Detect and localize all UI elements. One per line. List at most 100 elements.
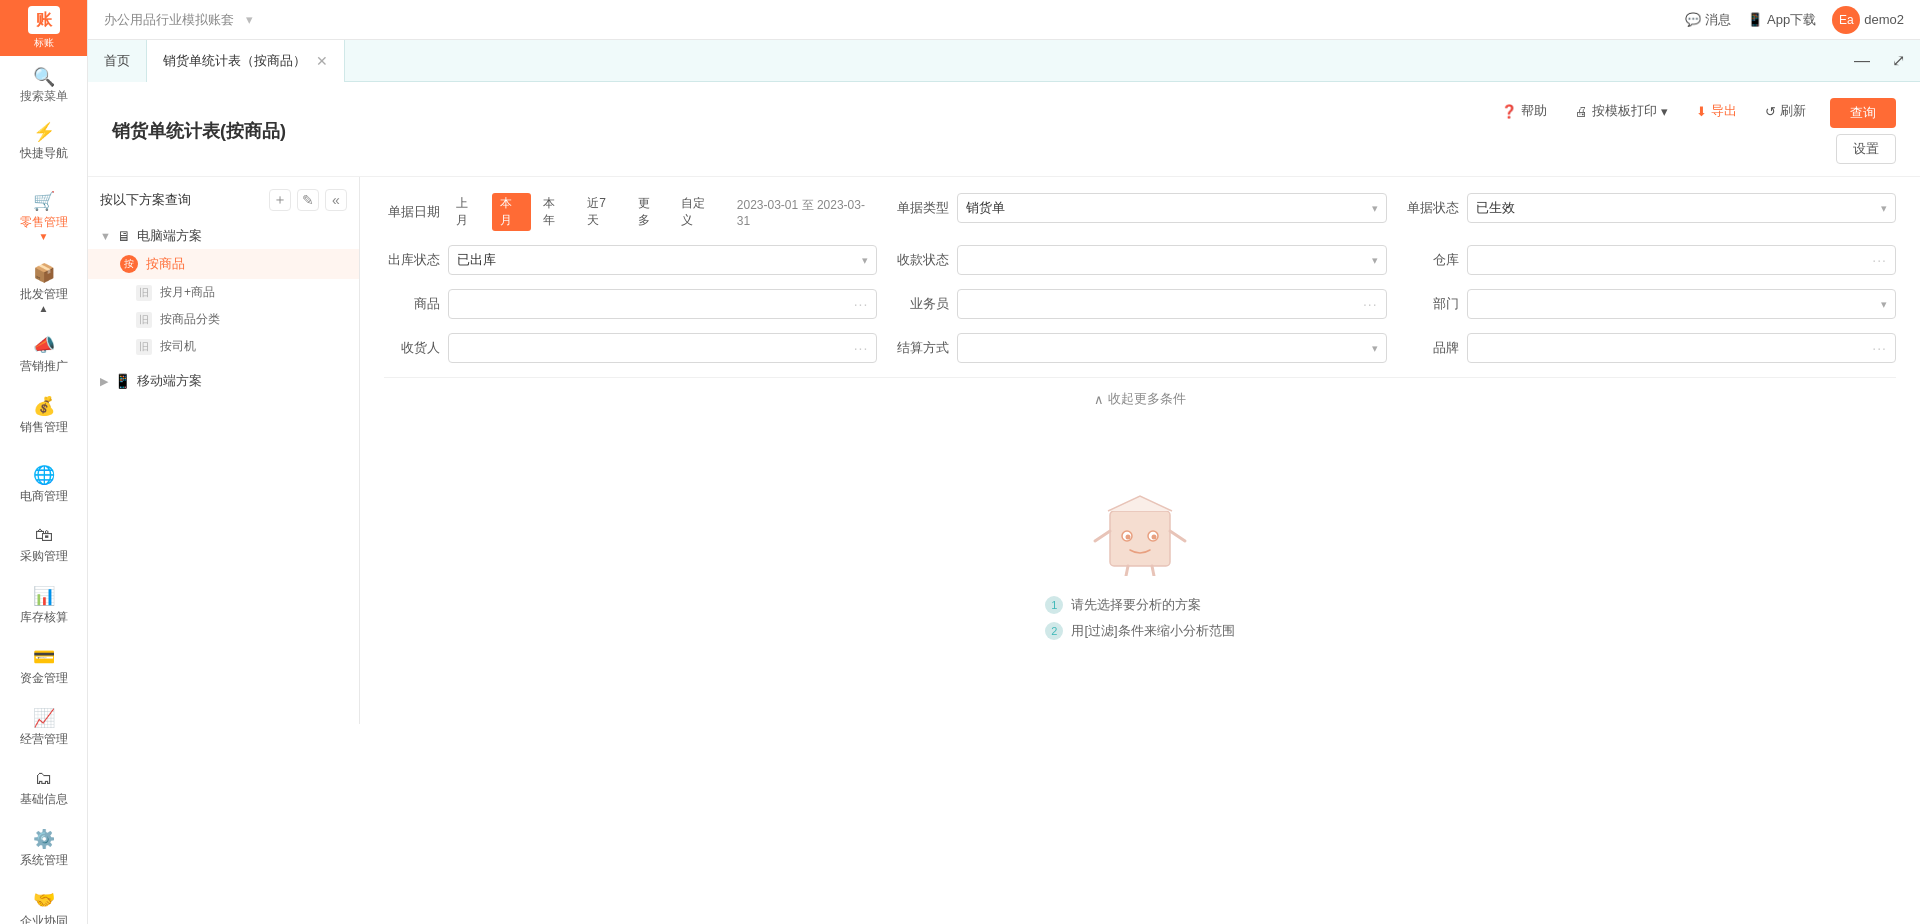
by-category-icon: 旧 [136, 312, 152, 328]
docstatus-label: 单据状态 [1403, 199, 1459, 217]
tab-maximize-btn[interactable]: ⤢ [1884, 47, 1912, 75]
brand-control[interactable]: ··· [1467, 333, 1896, 363]
sidebar-search[interactable]: 🔍 搜索菜单 [0, 56, 87, 111]
tree-section-mobile-header[interactable]: ▶ 📱 移动端方案 [88, 368, 359, 394]
app-logo: 账 标账 [0, 0, 88, 56]
message-btn[interactable]: 💬 消息 [1685, 11, 1731, 29]
filter-group-dept: 部门 ▾ [1403, 289, 1896, 319]
help-btn[interactable]: ❓ 帮助 [1493, 98, 1555, 124]
add-scheme-btn[interactable]: ＋ [269, 189, 291, 211]
sidebar-item-enterprise[interactable]: 🤝 企业协同 [0, 879, 87, 924]
outstatus-control[interactable]: 已出库 ▾ [448, 245, 877, 275]
tree-section-pc-header[interactable]: ▼ 🖥 电脑端方案 [88, 223, 359, 249]
warehouse-dots: ··· [1872, 252, 1887, 268]
warehouse-control[interactable]: ··· [1467, 245, 1896, 275]
filter-group-brand: 品牌 ··· [1403, 333, 1896, 363]
tree-mobile-arrow: ▶ [100, 375, 108, 388]
settlement-control[interactable]: ▾ [957, 333, 1386, 363]
query-button[interactable]: 查询 [1830, 98, 1896, 128]
salesperson-control[interactable]: ··· [957, 289, 1386, 319]
sidebar-item-ecommerce[interactable]: 🌐 电商管理 [0, 454, 87, 515]
tab-close-btn[interactable]: ✕ [316, 53, 328, 69]
tab-home[interactable]: 首页 [88, 40, 147, 82]
brand-label: 品牌 [1403, 339, 1459, 357]
edit-scheme-btn[interactable]: ✎ [297, 189, 319, 211]
tree-item-by-month-product[interactable]: 旧 按月+商品 [88, 279, 359, 306]
page-header: 销货单统计表(按商品) ❓ 帮助 🖨 按模板打印 ▾ ⬇ [88, 82, 1920, 177]
doctype-control[interactable]: 销货单 ▾ [957, 193, 1386, 223]
product-label: 商品 [384, 295, 440, 313]
outstatus-label: 出库状态 [384, 251, 440, 269]
empty-state: 1 请先选择要分析的方案 2 用[过滤]条件来缩小分析范围 [384, 416, 1896, 708]
date-tab-more[interactable]: 更多 [630, 193, 670, 231]
sidebar-item-basic[interactable]: 🗂 基础信息 [0, 758, 87, 818]
sidebar-item-inventory[interactable]: 📊 库存核算 [0, 575, 87, 636]
salesperson-dots: ··· [1363, 296, 1378, 312]
setting-button[interactable]: 设置 [1836, 134, 1896, 164]
user-profile-btn[interactable]: Ea demo2 [1832, 6, 1904, 34]
left-panel: 按以下方案查询 ＋ ✎ « ▼ 🖥 电脑端方案 [88, 177, 360, 724]
consignee-control[interactable]: ··· [448, 333, 877, 363]
sidebar-item-operations[interactable]: 📈 经营管理 [0, 697, 87, 758]
app-download-btn[interactable]: 📱 App下载 [1747, 11, 1816, 29]
outstatus-value: 已出库 [457, 251, 858, 269]
warehouse-label: 仓库 [1403, 251, 1459, 269]
collapse-icon: ∧ [1094, 392, 1104, 407]
filter-group-date: 单据日期 上月 本月 本年 近7天 更多 自定义 20 [384, 193, 877, 231]
export-btn[interactable]: ⬇ 导出 [1688, 98, 1745, 124]
system-label: 系统管理 [20, 852, 68, 869]
filter-group-consignee: 收货人 ··· [384, 333, 877, 363]
step-2-text: 用[过滤]条件来缩小分析范围 [1071, 622, 1234, 640]
filter-group-receiptstatus: 收款状态 ▾ [893, 245, 1386, 275]
retail-icon: 🛒 [33, 190, 55, 212]
tree-item-by-product[interactable]: 按 按商品 [88, 249, 359, 279]
date-label: 单据日期 [384, 203, 440, 221]
sidebar-item-system[interactable]: ⚙️ 系统管理 [0, 818, 87, 879]
date-tab-lastmonth[interactable]: 上月 [448, 193, 488, 231]
outstatus-arrow: ▾ [862, 254, 868, 267]
dept-control[interactable]: ▾ [1467, 289, 1896, 319]
sidebar-item-marketing[interactable]: 📣 营销推广 [0, 324, 87, 385]
collapse-panel-btn[interactable]: « [325, 189, 347, 211]
tab-minimize-btn[interactable]: — [1848, 47, 1876, 75]
step-num-2: 2 [1045, 622, 1063, 640]
topbar: 办公用品行业模拟账套 ▾ 💬 消息 📱 App下载 Ea demo2 [88, 0, 1920, 40]
wholesale-arrow: ▲ [39, 303, 49, 314]
tree-item-by-category[interactable]: 旧 按商品分类 [88, 306, 359, 333]
filter-group-docstatus: 单据状态 已生效 ▾ [1403, 193, 1896, 223]
print-icon: 🖨 [1575, 104, 1588, 119]
filter-group-salesperson: 业务员 ··· [893, 289, 1386, 319]
svg-rect-0 [1110, 511, 1170, 566]
sidebar-item-quick-nav[interactable]: ⚡ 快捷导航 [0, 111, 87, 172]
by-driver-icon: 旧 [136, 339, 152, 355]
filter-group-warehouse: 仓库 ··· [1403, 245, 1896, 275]
topbar-right: 💬 消息 📱 App下载 Ea demo2 [1685, 6, 1904, 34]
tree-item-by-driver[interactable]: 旧 按司机 [88, 333, 359, 360]
product-control[interactable]: ··· [448, 289, 877, 319]
finance-label: 资金管理 [20, 670, 68, 687]
sidebar-item-retail[interactable]: 🛒 零售管理 ▼ [0, 180, 87, 252]
message-label: 消息 [1705, 11, 1731, 29]
date-tab-thismonth[interactable]: 本月 [492, 193, 532, 231]
by-month-label: 按月+商品 [160, 284, 215, 301]
date-tab-custom[interactable]: 自定义 [673, 193, 725, 231]
system-icon: ⚙️ [33, 828, 55, 850]
sidebar-item-wholesale[interactable]: 📦 批发管理 ▲ [0, 252, 87, 324]
sidebar-item-purchase[interactable]: 🛍 采购管理 [0, 515, 87, 575]
sidebar-item-finance[interactable]: 💳 资金管理 [0, 636, 87, 697]
receiptstatus-control[interactable]: ▾ [957, 245, 1386, 275]
by-driver-label: 按司机 [160, 338, 196, 355]
filter-group-product: 商品 ··· [384, 289, 877, 319]
help-label: 帮助 [1521, 102, 1547, 120]
sidebar-item-sales[interactable]: 💰 销售管理 [0, 385, 87, 446]
refresh-btn[interactable]: ↺ 刷新 [1757, 98, 1814, 124]
tab-sales-stats[interactable]: 销货单统计表（按商品） ✕ [147, 40, 345, 82]
date-tab-7days[interactable]: 近7天 [579, 193, 625, 231]
print-btn[interactable]: 🖨 按模板打印 ▾ [1567, 98, 1676, 124]
collapse-btn[interactable]: ∧ 收起更多条件 [1082, 386, 1198, 412]
tree-mobile-label: 移动端方案 [137, 372, 202, 390]
dept-label: 部门 [1403, 295, 1459, 313]
date-tab-thisyear[interactable]: 本年 [535, 193, 575, 231]
docstatus-control[interactable]: 已生效 ▾ [1467, 193, 1896, 223]
left-panel-header: 按以下方案查询 ＋ ✎ « [88, 189, 359, 219]
